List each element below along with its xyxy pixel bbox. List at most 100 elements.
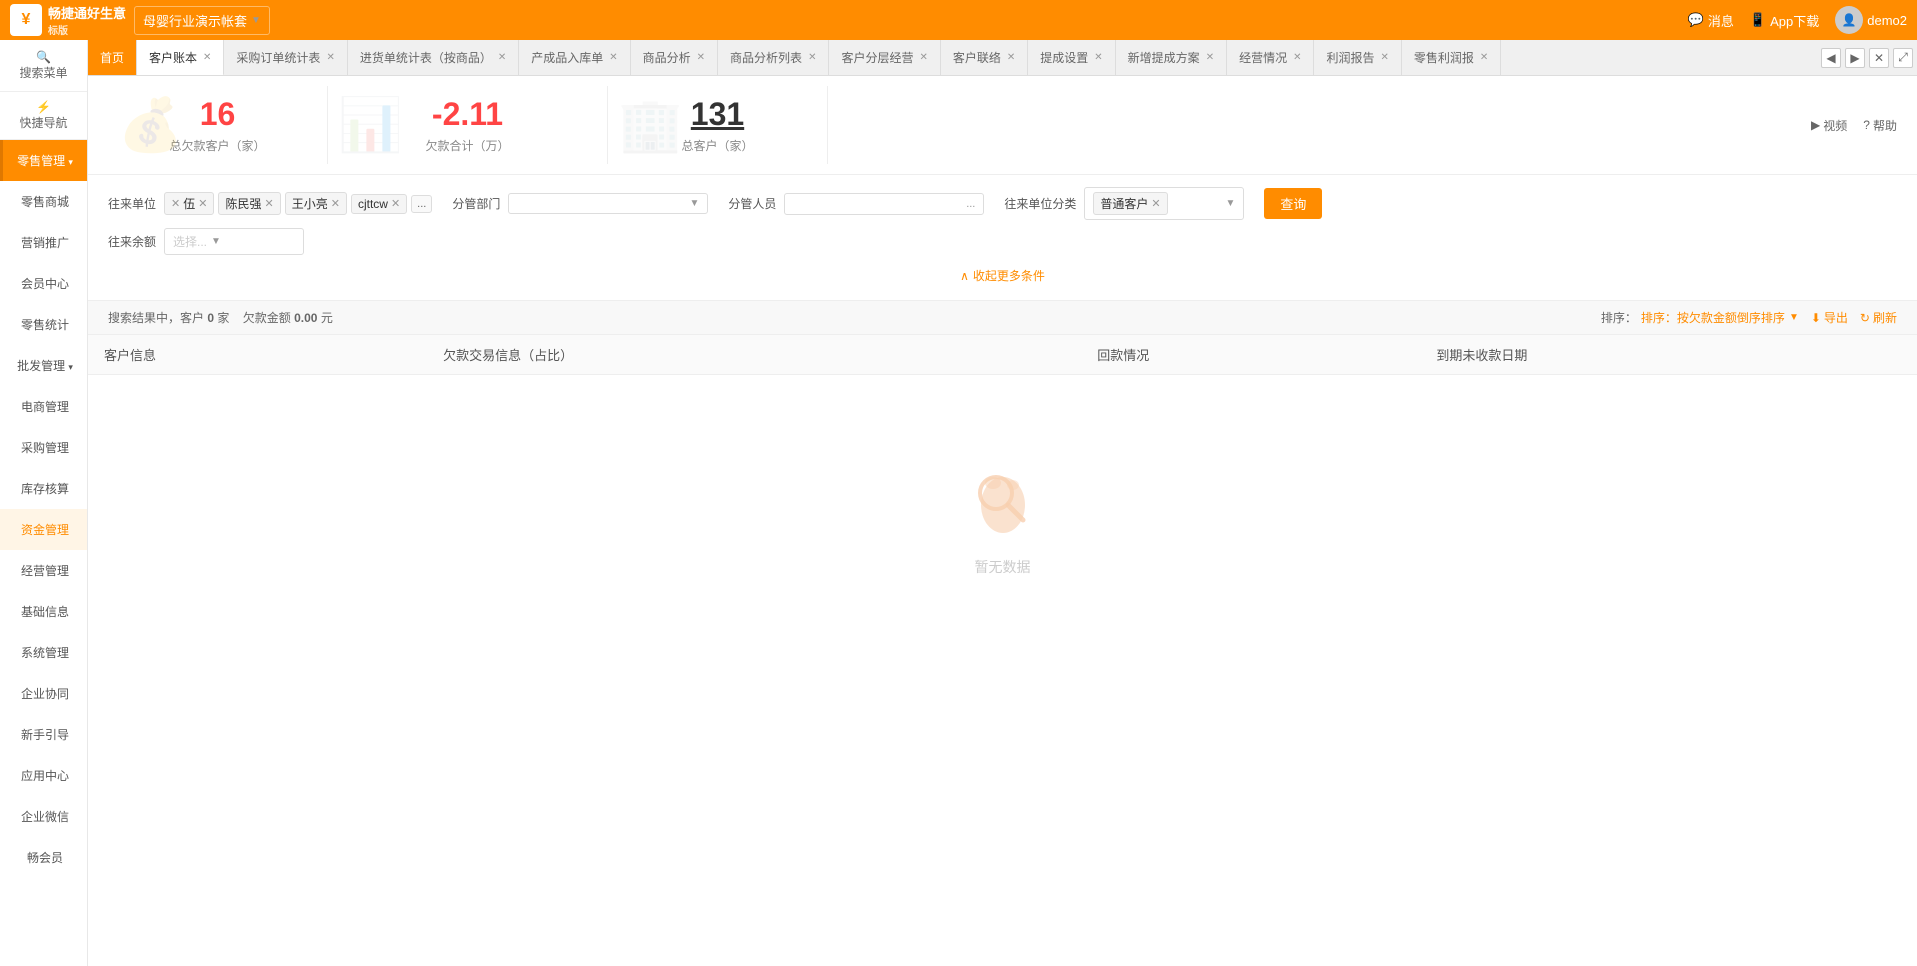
sidebar-search[interactable]: 🔍 搜索菜单 [0, 40, 87, 92]
app-download-btn[interactable]: 📱 App下载 [1750, 11, 1819, 30]
close-icon[interactable]: ✕ [1480, 52, 1488, 63]
tab-inbound-stats-product[interactable]: 进货单统计表（按商品） ✕ [348, 40, 519, 76]
tab-label: 商品分析列表 [730, 49, 802, 66]
query-button[interactable]: 查询 [1264, 188, 1322, 219]
tab-retail-profit[interactable]: 零售利润报 ✕ [1402, 40, 1501, 76]
tab-label: 客户分层经营 [841, 49, 913, 66]
sidebar-item-label: 会员中心 [21, 277, 69, 291]
customer-count: 0 [207, 311, 214, 325]
stat-label-debt-total: 欠款合计（万） [425, 137, 509, 154]
tab-purchase-order-stats[interactable]: 采购订单统计表 ✕ [224, 40, 347, 76]
sidebar-item-app-center[interactable]: 应用中心 [0, 755, 87, 796]
sidebar-quick-nav[interactable]: ⚡ 快捷导航 [0, 92, 87, 140]
close-icon[interactable]: ✕ [609, 52, 617, 63]
tag-close-icon[interactable]: ✕ [264, 197, 273, 210]
filter-more-btn[interactable]: ... [411, 195, 432, 213]
sidebar-item-ops-mgmt[interactable]: 经营管理 [0, 550, 87, 591]
tab-customer-debt[interactable]: 客户账本 ✕ [137, 40, 224, 76]
stat-value-debt-total: -2.11 [432, 96, 503, 133]
unit-type-select[interactable]: 普通客户 ✕ ▼ [1084, 187, 1244, 220]
results-bar: 搜索结果中，客户 0 家 欠款金额 0.00 元 排序： 排序：按欠款金额 [88, 301, 1917, 335]
stat-card-debt-total: 📊 -2.11 欠款合计（万） [328, 86, 608, 164]
tag-close-icon[interactable]: ✕ [198, 197, 207, 210]
sidebar-item-new-guide[interactable]: 新手引导 [0, 714, 87, 755]
sidebar-item-label: 零售商城 [21, 195, 69, 209]
sidebar-item-retail-stats[interactable]: 零售统计 [0, 304, 87, 345]
sidebar-item-wholesale-mgmt[interactable]: 批发管理 ▾ [0, 345, 87, 386]
filter-tag-chenmin[interactable]: 陈民强 ✕ [218, 192, 280, 215]
collapse-btn[interactable]: ∧ 收起更多条件 [960, 263, 1045, 288]
sort-select[interactable]: 排序： 排序：按欠款金额倒序排序 ▼ [1601, 309, 1799, 326]
close-icon[interactable]: ✕ [1094, 52, 1102, 63]
tab-production-inbound[interactable]: 产成品入库单 ✕ [519, 40, 630, 76]
remainder-select[interactable]: 选择... ▼ [164, 228, 304, 255]
sidebar-item-label: 电商管理 [21, 400, 69, 414]
export-btn[interactable]: ⬇ 导出 [1811, 309, 1848, 326]
unit-type-tag-close[interactable]: ✕ [1151, 197, 1160, 210]
sidebar-item-inventory-check[interactable]: 库存核算 [0, 468, 87, 509]
customer-unit: 家 [217, 311, 229, 325]
stat-icon-debt: 📊 [338, 95, 403, 156]
video-btn[interactable]: ▶ 视频 [1811, 117, 1847, 134]
sidebar-item-label: 系统管理 [21, 646, 69, 660]
tag-close-icon[interactable]: ✕ [391, 197, 400, 210]
tab-profit-report[interactable]: 利润报告 ✕ [1314, 40, 1401, 76]
sidebar-item-marketing[interactable]: 营销推广 [0, 222, 87, 263]
close-icon[interactable]: ✕ [697, 52, 705, 63]
sidebar-item-label: 企业协同 [21, 687, 69, 701]
tab-product-analysis[interactable]: 商品分析 ✕ [631, 40, 718, 76]
message-btn[interactable]: 💬 消息 [1688, 11, 1734, 30]
debt-amount: 0.00 [294, 311, 317, 325]
tab-product-analysis-list[interactable]: 商品分析列表 ✕ [718, 40, 829, 76]
help-btn[interactable]: ? 帮助 [1863, 117, 1897, 134]
tag-close-icon[interactable]: ✕ [331, 197, 340, 210]
close-icon[interactable]: ✕ [1381, 52, 1389, 63]
sidebar-item-retail-mgmt[interactable]: 零售管理 ▾ [0, 140, 87, 181]
results-bar-left: 搜索结果中，客户 0 家 欠款金额 0.00 元 [108, 309, 333, 326]
close-icon[interactable]: ✕ [326, 52, 334, 63]
tab-maximize-btn[interactable]: ⤢ [1893, 48, 1913, 68]
tag-close-wu[interactable]: ✕ [171, 197, 180, 210]
sidebar-item-basic-info[interactable]: 基础信息 [0, 591, 87, 632]
close-icon[interactable]: ✕ [498, 52, 506, 63]
person-more-btn[interactable]: ... [966, 198, 975, 210]
app-name: 畅捷通好生意 [48, 3, 126, 22]
sidebar-item-system-mgmt[interactable]: 系统管理 [0, 632, 87, 673]
close-icon[interactable]: ✕ [1293, 52, 1301, 63]
sidebar-item-member-center[interactable]: 会员中心 [0, 263, 87, 304]
sidebar-item-member-plus[interactable]: 畅会员 [0, 837, 87, 878]
tab-prev-btn[interactable]: ◀ [1821, 48, 1841, 68]
sidebar-item-ecommerce-mgmt[interactable]: 电商管理 [0, 386, 87, 427]
sidebar-item-label: 应用中心 [21, 769, 69, 783]
close-icon[interactable]: ✕ [203, 52, 211, 63]
refresh-btn[interactable]: ↻ 刷新 [1860, 309, 1897, 326]
nav-icon: ⚡ [36, 100, 51, 114]
tab-tips-settings[interactable]: 提成设置 ✕ [1028, 40, 1115, 76]
tab-customer-contact[interactable]: 客户联络 ✕ [941, 40, 1028, 76]
close-icon[interactable]: ✕ [1206, 52, 1214, 63]
download-icon: 📱 [1750, 12, 1766, 28]
close-icon[interactable]: ✕ [808, 52, 816, 63]
filter-tags: ✕ 伍 ✕ 陈民强 ✕ 王小亮 ✕ [164, 192, 432, 215]
filter-tag-wangxiao[interactable]: 王小亮 ✕ [285, 192, 347, 215]
demo-selector[interactable]: 母婴行业演示帐套 ▼ [134, 6, 270, 35]
person-select[interactable]: ... [784, 193, 984, 215]
tab-next-btn[interactable]: ▶ [1845, 48, 1865, 68]
close-icon[interactable]: ✕ [1007, 52, 1015, 63]
close-icon[interactable]: ✕ [919, 52, 927, 63]
tab-ops-situation[interactable]: 经营情况 ✕ [1227, 40, 1314, 76]
sidebar-item-enterprise-wechat[interactable]: 企业微信 [0, 796, 87, 837]
sidebar-item-retail-mall[interactable]: 零售商城 [0, 181, 87, 222]
tab-customer-tier-ops[interactable]: 客户分层经营 ✕ [829, 40, 940, 76]
filter-tag-wu[interactable]: ✕ 伍 ✕ [164, 192, 214, 215]
empty-label: 暂无数据 [975, 557, 1031, 577]
filter-tag-cjttcw[interactable]: cjttcw ✕ [351, 194, 407, 214]
tab-close-all-btn[interactable]: ✕ [1869, 48, 1889, 68]
sidebar-item-purchase-mgmt[interactable]: 采购管理 [0, 427, 87, 468]
dept-select[interactable]: ▼ [508, 193, 708, 214]
sidebar-item-capital-mgmt[interactable]: 资金管理 [0, 509, 87, 550]
sidebar-item-enterprise-collab[interactable]: 企业协同 [0, 673, 87, 714]
user-avatar-btn[interactable]: 👤 demo2 [1835, 6, 1907, 34]
tab-home[interactable]: 首页 [88, 40, 137, 76]
tab-new-tips-plan[interactable]: 新增提成方案 ✕ [1116, 40, 1227, 76]
